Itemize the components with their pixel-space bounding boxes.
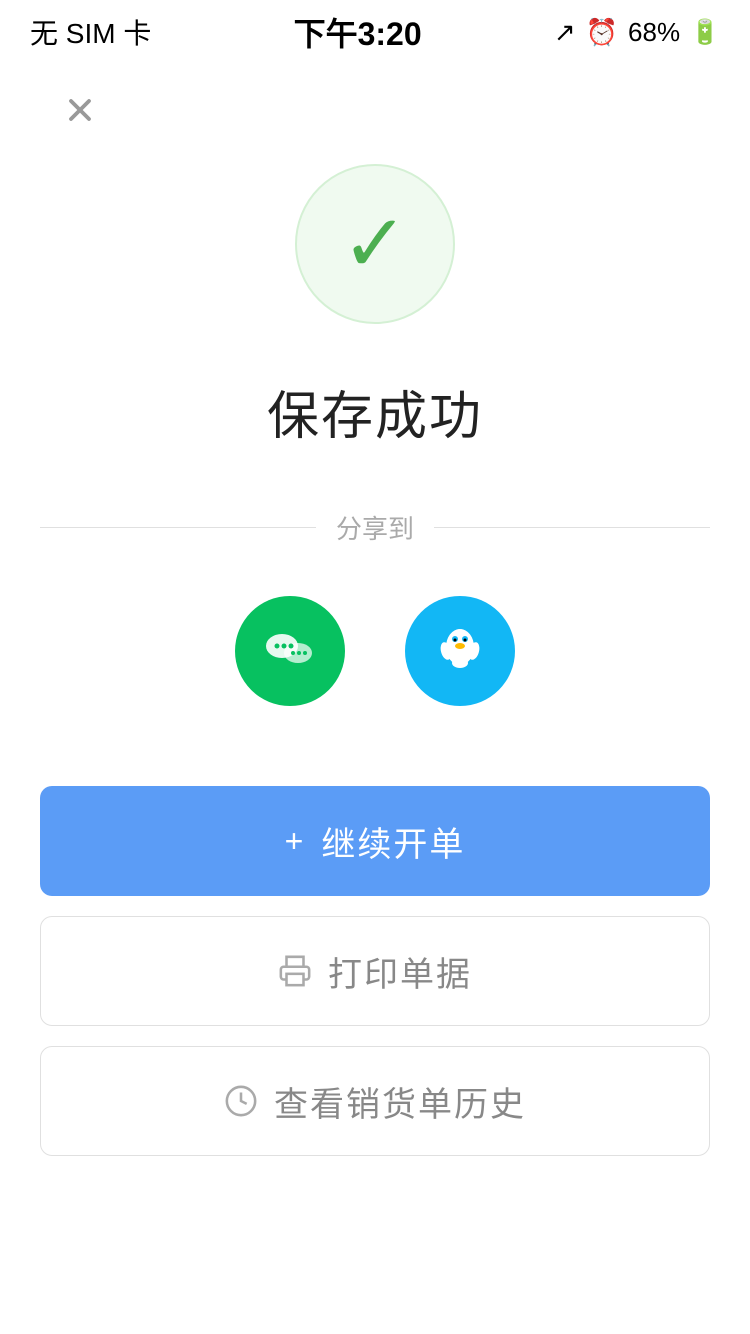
share-divider: 分享到: [40, 509, 710, 546]
qq-share-button[interactable]: [405, 596, 515, 706]
history-button[interactable]: 查看销货单历史: [40, 1046, 710, 1156]
continue-label: 继续开单: [321, 817, 465, 866]
share-label: 分享到: [336, 509, 414, 546]
checkmark-icon: ✓: [341, 204, 408, 284]
wechat-share-button[interactable]: [235, 596, 345, 706]
alarm-icon: ⏰: [586, 17, 618, 48]
status-right: ↗ ⏰ 68% 🔋: [554, 17, 720, 48]
print-button[interactable]: 打印单据: [40, 916, 710, 1026]
share-icons: [40, 596, 710, 706]
close-button[interactable]: [50, 80, 110, 140]
location-icon: ↗: [554, 17, 576, 48]
main-content: ✓ 保存成功 分享到: [0, 64, 750, 1156]
status-time: 下午3:20: [294, 9, 422, 55]
printer-icon: [278, 954, 312, 988]
buttons-section: + 继续开单 打印单据 查看销货单历史: [0, 786, 750, 1156]
print-label: 打印单据: [328, 947, 472, 996]
no-sim-label: 无 SIM 卡: [30, 12, 151, 52]
status-bar: 无 SIM 卡 下午3:20 ↗ ⏰ 68% 🔋: [0, 0, 750, 64]
clock-icon: [224, 1084, 258, 1118]
divider-left: [40, 527, 316, 528]
divider-right: [434, 527, 710, 528]
success-title: 保存成功: [267, 374, 483, 449]
status-left: 无 SIM 卡: [30, 12, 161, 52]
battery-label: 68%: [628, 17, 680, 48]
battery-icon: 🔋: [690, 18, 720, 47]
history-label: 查看销货单历史: [274, 1077, 526, 1126]
success-icon-circle: ✓: [295, 164, 455, 324]
share-section: 分享到: [0, 509, 750, 706]
continue-button[interactable]: + 继续开单: [40, 786, 710, 896]
plus-icon: +: [285, 823, 306, 860]
